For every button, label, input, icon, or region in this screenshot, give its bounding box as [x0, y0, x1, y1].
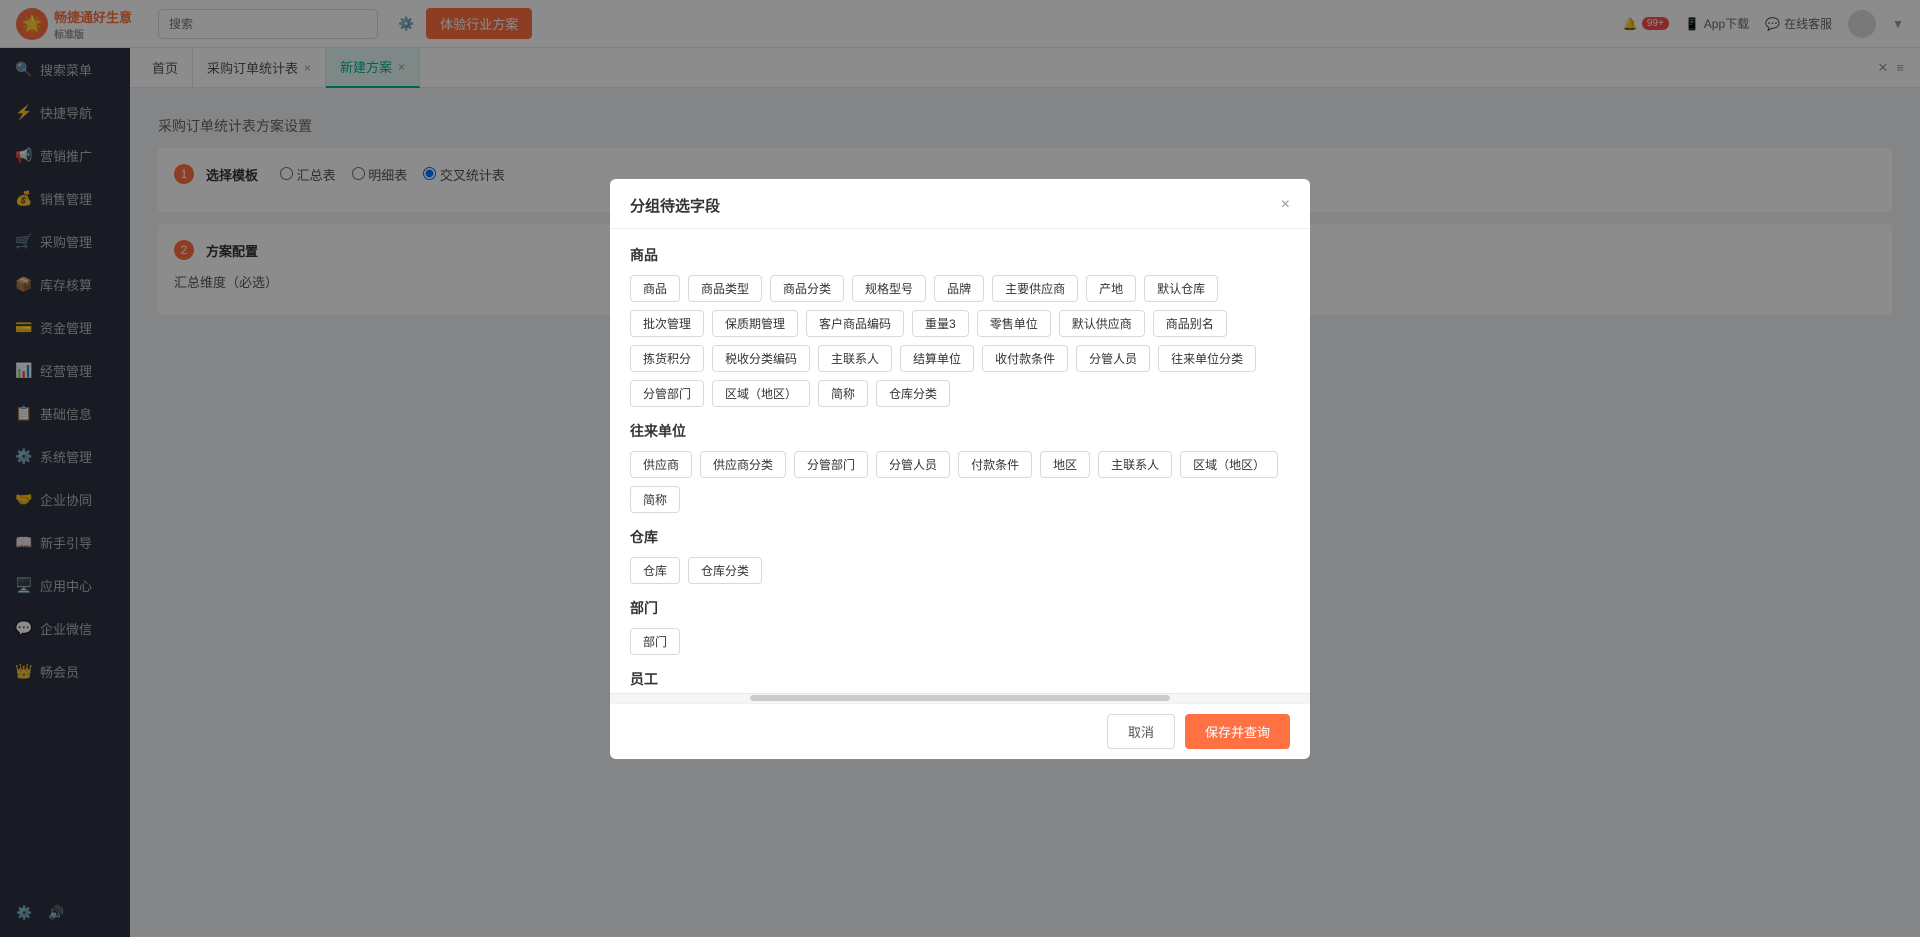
tag-group-仓库: 仓库仓库分类	[630, 557, 1290, 584]
tag-group-往来单位: 供应商供应商分类分管部门分管人员付款条件地区主联系人区域（地区） 简称	[630, 451, 1290, 513]
tag-付款条件[interactable]: 付款条件	[958, 451, 1032, 478]
tag-分管人员[interactable]: 分管人员	[876, 451, 950, 478]
tag-仓库分类[interactable]: 仓库分类	[688, 557, 762, 584]
tag-区域（地区）[interactable]: 区域（地区）	[1180, 451, 1278, 478]
tag-重量3[interactable]: 重量3	[912, 310, 969, 337]
section-title-部门: 部门	[630, 598, 1290, 618]
tag-供应商分类[interactable]: 供应商分类	[700, 451, 786, 478]
modal-horizontal-scrollbar[interactable]	[610, 693, 1310, 703]
section-title-商品: 商品	[630, 245, 1290, 265]
tag-商品分类[interactable]: 商品分类	[770, 275, 844, 302]
tag-税收分类编码[interactable]: 税收分类编码	[712, 345, 810, 372]
tag-零售单位[interactable]: 零售单位	[977, 310, 1051, 337]
tag-主联系人[interactable]: 主联系人	[1098, 451, 1172, 478]
tag-收付款条件[interactable]: 收付款条件	[982, 345, 1068, 372]
tag-商品类型[interactable]: 商品类型	[688, 275, 762, 302]
section-title-仓库: 仓库	[630, 527, 1290, 547]
modal-header: 分组待选字段 ×	[610, 179, 1310, 229]
section-title-往来单位: 往来单位	[630, 421, 1290, 441]
modal-dialog: 分组待选字段 × 商品商品商品类型商品分类规格型号品牌主要供应商产地默认仓库批次…	[610, 179, 1310, 759]
tag-默认供应商[interactable]: 默认供应商	[1059, 310, 1145, 337]
tag-部门[interactable]: 部门	[630, 628, 680, 655]
tag-结算单位[interactable]: 结算单位	[900, 345, 974, 372]
tag-地区[interactable]: 地区	[1040, 451, 1090, 478]
tag-规格型号[interactable]: 规格型号	[852, 275, 926, 302]
tag-客户商品编码[interactable]: 客户商品编码	[806, 310, 904, 337]
modal-overlay: 分组待选字段 × 商品商品商品类型商品分类规格型号品牌主要供应商产地默认仓库批次…	[0, 0, 1920, 937]
tag-产地[interactable]: 产地	[1086, 275, 1136, 302]
tag-默认仓库[interactable]: 默认仓库	[1144, 275, 1218, 302]
tag-供应商[interactable]: 供应商	[630, 451, 692, 478]
tag-分管部门[interactable]: 分管部门	[630, 380, 704, 407]
tag-往来单位分类[interactable]: 往来单位分类	[1158, 345, 1256, 372]
tag-主联系人[interactable]: 主联系人	[818, 345, 892, 372]
scrollbar-thumb	[750, 695, 1170, 701]
tag-简称[interactable]: 简称	[630, 486, 680, 513]
tag-主要供应商[interactable]: 主要供应商	[992, 275, 1078, 302]
tag-分管部门[interactable]: 分管部门	[794, 451, 868, 478]
modal-footer: 取消 保存并查询	[610, 703, 1310, 759]
section-title-员工: 员工	[630, 669, 1290, 689]
tag-区域（地区）[interactable]: 区域（地区）	[712, 380, 810, 407]
tag-group-部门: 部门	[630, 628, 1290, 655]
tag-分管人员[interactable]: 分管人员	[1076, 345, 1150, 372]
save-query-button[interactable]: 保存并查询	[1185, 714, 1290, 749]
tag-group-商品: 商品商品类型商品分类规格型号品牌主要供应商产地默认仓库批次管理保质期管理客户商品…	[630, 275, 1290, 407]
tag-简称[interactable]: 简称	[818, 380, 868, 407]
tag-商品别名[interactable]: 商品别名	[1153, 310, 1227, 337]
tag-商品[interactable]: 商品	[630, 275, 680, 302]
modal-body: 商品商品商品类型商品分类规格型号品牌主要供应商产地默认仓库批次管理保质期管理客户…	[610, 229, 1310, 693]
tag-仓库分类[interactable]: 仓库分类	[876, 380, 950, 407]
tag-品牌[interactable]: 品牌	[934, 275, 984, 302]
modal-close-button[interactable]: ×	[1281, 196, 1290, 214]
tag-保质期管理[interactable]: 保质期管理	[712, 310, 798, 337]
modal-title: 分组待选字段	[630, 195, 720, 216]
cancel-button[interactable]: 取消	[1107, 714, 1175, 749]
tag-拣货积分[interactable]: 拣货积分	[630, 345, 704, 372]
tag-仓库[interactable]: 仓库	[630, 557, 680, 584]
tag-批次管理[interactable]: 批次管理	[630, 310, 704, 337]
